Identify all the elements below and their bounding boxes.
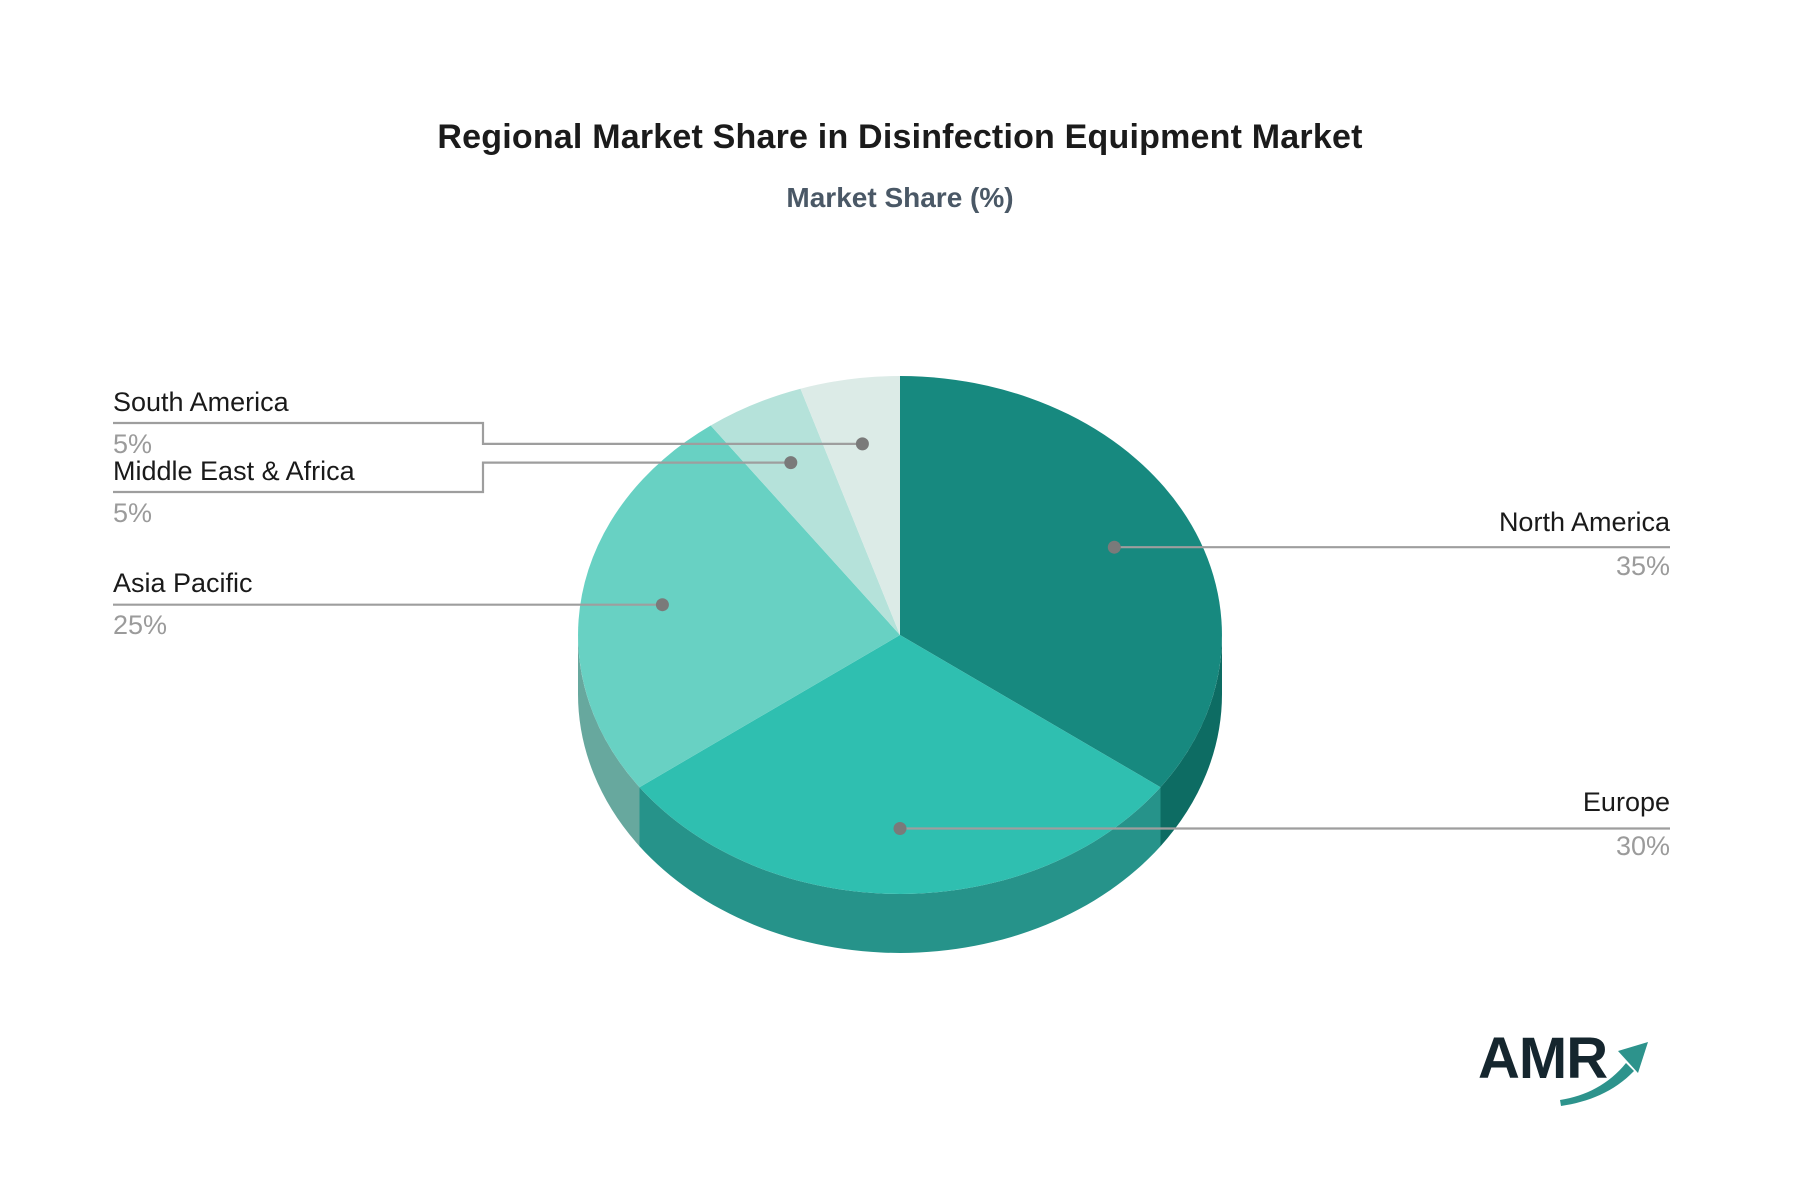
slice-value-south-america: 5% — [113, 429, 153, 459]
leader-dot-north-america — [1107, 540, 1121, 554]
slice-label-middle-east-africa: Middle East & Africa — [113, 456, 355, 486]
leader-dot-europe — [893, 822, 907, 835]
leader-dot-middle-east-africa — [784, 456, 798, 470]
page-root: Regional Market Share in Disinfection Eq… — [0, 0, 1800, 1196]
slice-value-europe: 30% — [1615, 831, 1670, 861]
slice-value-asia-pacific: 25% — [113, 610, 168, 640]
slice-label-europe: Europe — [1582, 787, 1670, 817]
slice-label-south-america: South America — [113, 387, 289, 417]
slice-value-north-america: 35% — [1615, 551, 1670, 581]
pie-chart — [113, 376, 1670, 953]
amr-logo-arrow-icon — [1560, 1042, 1648, 1106]
slice-value-middle-east-africa: 5% — [113, 498, 153, 528]
leader-dot-south-america — [855, 437, 869, 451]
pie-slices — [578, 376, 1222, 894]
slice-label-asia-pacific: Asia Pacific — [113, 568, 253, 598]
slice-label-north-america: North America — [1498, 507, 1670, 537]
leader-dot-asia-pacific — [655, 598, 669, 612]
amr-logo: AMR — [1478, 1030, 1678, 1120]
